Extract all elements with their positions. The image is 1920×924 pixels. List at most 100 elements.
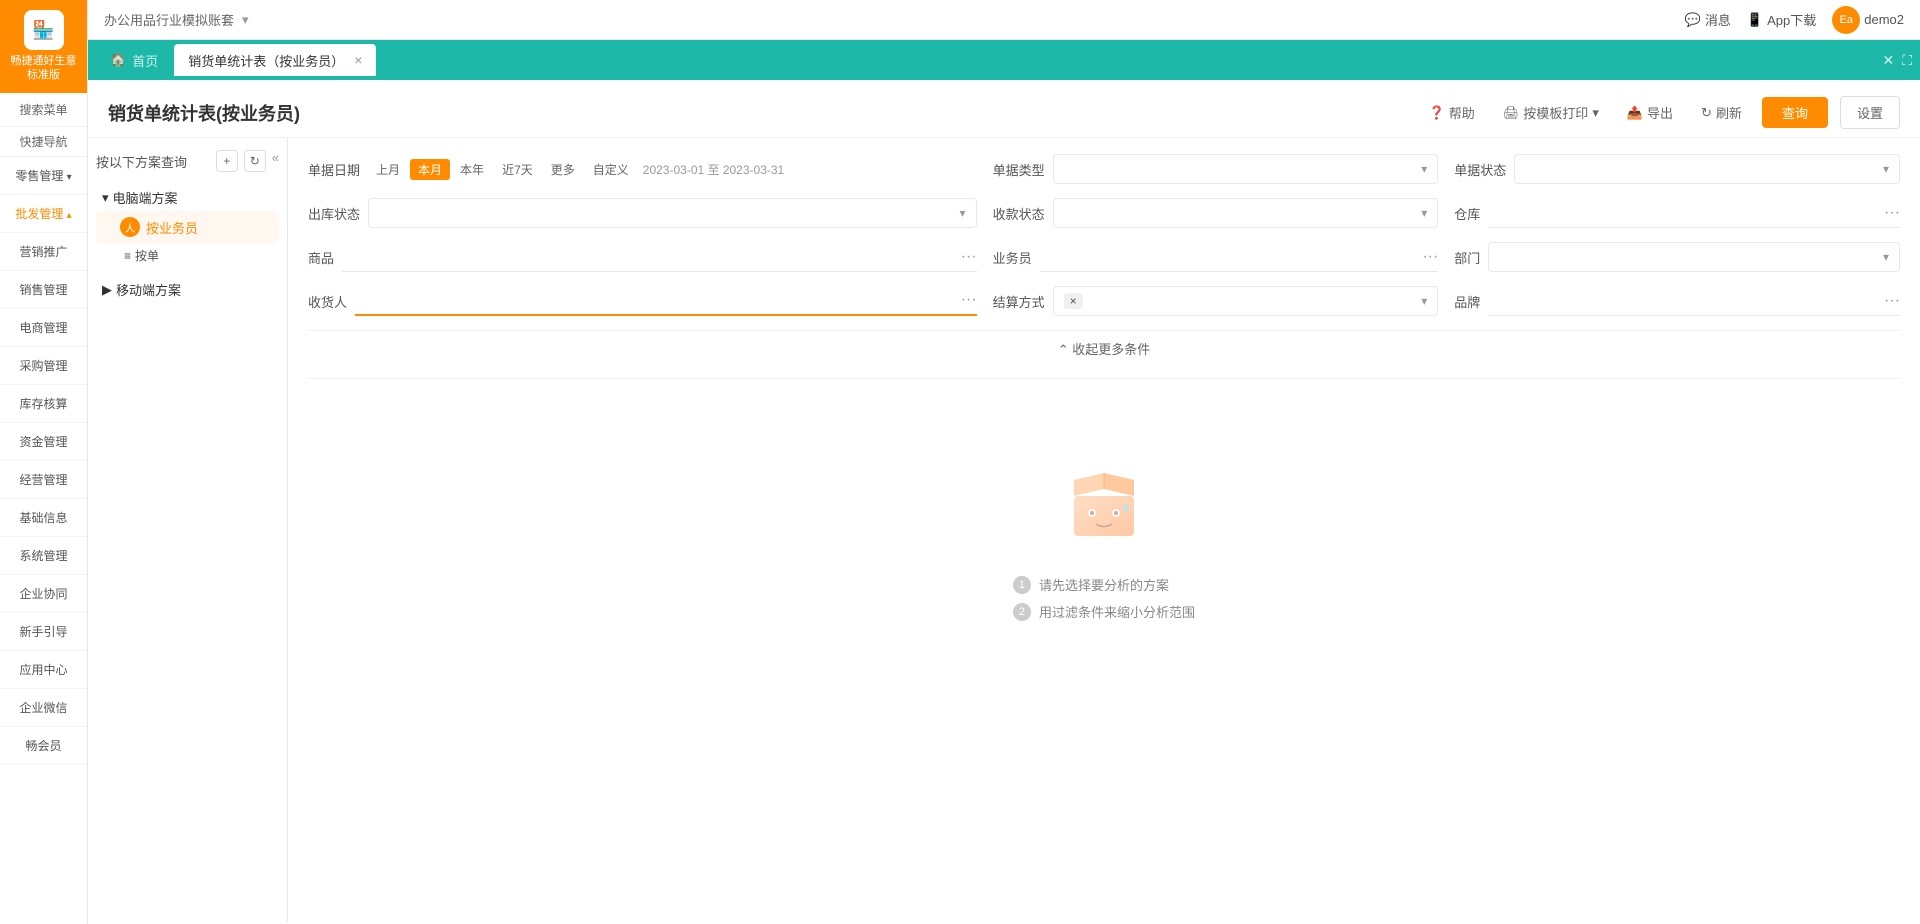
avatar-text: Ea <box>1840 14 1853 26</box>
out-status-control[interactable]: ▾ <box>368 198 977 228</box>
scheme-sub-label: 按单 <box>135 247 159 264</box>
close-window-icon[interactable]: ✕ <box>1882 52 1894 69</box>
messages-button[interactable]: 💬 消息 <box>1685 10 1731 29</box>
divider <box>308 378 1900 379</box>
sidebar-shortcut[interactable]: 快捷导航 <box>0 127 87 157</box>
app-download-button[interactable]: 📱 App下载 <box>1747 10 1816 29</box>
empty-step-2: 2 用过滤条件来缩小分析范围 <box>1013 598 1195 625</box>
collapse-more-button[interactable]: ⌃ 收起更多条件 <box>308 330 1900 366</box>
department-control[interactable]: ▾ <box>1488 242 1900 272</box>
settlement-chevron: ▾ <box>1421 294 1427 308</box>
order-status-control[interactable]: ▾ <box>1514 154 1900 184</box>
settings-button[interactable]: 设置 <box>1840 96 1900 129</box>
page-actions: ❓ 帮助 🖨 按模板打印 ▾ 📤 导出 ↻ 刷新 查询 设置 <box>1421 96 1900 129</box>
order-type-control[interactable]: ▾ <box>1053 154 1439 184</box>
filter-row-1: 单据日期 上月 本月 本年 近7天 更多 自定义 20 <box>308 154 1900 184</box>
scheme-sub-order[interactable]: ≡ 按单 <box>96 243 279 268</box>
goods-control[interactable]: ··· <box>342 242 977 272</box>
query-button[interactable]: 查询 <box>1762 97 1828 128</box>
out-status-label: 出库状态 <box>308 204 360 223</box>
main-area: 办公用品行业模拟账套 ▾ 💬 消息 📱 App下载 Ea demo2 🏠 首页 <box>88 0 1920 924</box>
empty-illustration <box>1054 451 1154 551</box>
mobile-scheme-label: 移动端方案 <box>116 280 181 299</box>
sidebar-item-ecommerce[interactable]: 电商管理 <box>0 309 87 347</box>
sidebar-item-appstore[interactable]: 应用中心 <box>0 651 87 689</box>
sidebar-item-wechat[interactable]: 企业微信 <box>0 689 87 727</box>
filter-row-3: 商品 ··· 业务员 ··· 部门 <box>308 242 1900 272</box>
sidebar-item-finance[interactable]: 资金管理 <box>0 423 87 461</box>
desktop-scheme-label: 电脑端方案 <box>113 188 178 207</box>
date-tab-this-year[interactable]: 本年 <box>452 159 492 180</box>
left-panel: 按以下方案查询 + ↻ « ▾ 电脑端方案 人 按业务员 <box>88 138 288 922</box>
filter-collection-status: 收款状态 ▾ <box>993 198 1439 228</box>
logo-text: 畅捷通好生意 <box>11 54 77 68</box>
scheme-item-salesperson[interactable]: 人 按业务员 <box>96 211 279 243</box>
step-1-num: 1 <box>1013 576 1031 594</box>
scheme-label-salesperson: 按业务员 <box>146 218 198 237</box>
sidebar-item-operation[interactable]: 经营管理 <box>0 461 87 499</box>
empty-icon <box>1054 451 1154 551</box>
user-profile[interactable]: Ea demo2 <box>1832 6 1904 34</box>
export-label: 导出 <box>1647 103 1673 122</box>
mobile-scheme-title[interactable]: ▶ 移动端方案 <box>96 276 279 303</box>
goods-dots: ··· <box>961 248 977 266</box>
salesperson-dots: ··· <box>1422 248 1438 266</box>
maximize-window-icon[interactable]: ⛶ <box>1902 52 1912 69</box>
collection-status-control[interactable]: ▾ <box>1053 198 1439 228</box>
date-label: 单据日期 <box>308 160 360 179</box>
help-icon: ❓ <box>1429 105 1445 121</box>
help-button[interactable]: ❓ 帮助 <box>1421 99 1483 126</box>
sidebar-search[interactable]: 搜索菜单 <box>0 93 87 127</box>
date-tab-more[interactable]: 更多 <box>543 159 583 180</box>
date-tab-custom[interactable]: 自定义 <box>585 159 637 180</box>
tab-home[interactable]: 🏠 首页 <box>96 44 172 76</box>
empty-state: 1 请先选择要分析的方案 2 用过滤条件来缩小分析范围 <box>308 391 1900 685</box>
refresh-scheme-button[interactable]: ↻ <box>244 150 266 172</box>
brand-control[interactable]: ··· <box>1488 286 1900 316</box>
help-label: 帮助 <box>1449 103 1475 122</box>
date-tab-7days[interactable]: 近7天 <box>494 159 541 180</box>
sidebar-item-retail[interactable]: 零售管理 ▾ <box>0 157 87 195</box>
filter-department: 部门 ▾ <box>1454 242 1900 272</box>
warehouse-control[interactable]: ··· <box>1488 198 1900 228</box>
content-area: 销货单统计表(按业务员) ❓ 帮助 🖨 按模板打印 ▾ 📤 导出 ↻ 刷新 <box>88 80 1920 924</box>
sidebar-item-wholesale[interactable]: 批发管理 ▴ <box>0 195 87 233</box>
sidebar-item-member[interactable]: 畅会员 <box>0 727 87 765</box>
sidebar-logo[interactable]: 🏪 畅捷通好生意 标准版 <box>0 0 87 93</box>
filter-date: 单据日期 上月 本月 本年 近7天 更多 自定义 20 <box>308 159 977 180</box>
sidebar-item-sales[interactable]: 销售管理 <box>0 271 87 309</box>
filter-warehouse: 仓库 ··· <box>1454 198 1900 228</box>
sidebar-item-system[interactable]: 系统管理 <box>0 537 87 575</box>
sidebar-item-basic[interactable]: 基础信息 <box>0 499 87 537</box>
sidebar-item-inventory[interactable]: 库存核算 <box>0 385 87 423</box>
collapse-arrow: ⌃ <box>1058 342 1069 357</box>
filter-settlement: 结算方式 × ▾ <box>993 286 1439 316</box>
receiver-label: 收货人 <box>308 292 347 311</box>
print-icon: 🖨 <box>1503 105 1520 121</box>
tab-close-icon[interactable]: × <box>354 52 362 68</box>
filter-order-status: 单据状态 ▾ <box>1454 154 1900 184</box>
messages-label: 消息 <box>1705 10 1731 29</box>
desktop-scheme-arrow: ▾ <box>102 190 109 206</box>
scheme-icon-salesperson: 人 <box>120 217 140 237</box>
settlement-tag[interactable]: × <box>1064 293 1083 309</box>
tab-sales-stat[interactable]: 销货单统计表（按业务员） × <box>174 44 376 76</box>
add-scheme-button[interactable]: + <box>216 150 238 172</box>
refresh-button[interactable]: ↻ 刷新 <box>1693 99 1750 126</box>
receiver-control[interactable]: ··· <box>355 286 977 316</box>
department-chevron: ▾ <box>1883 250 1889 264</box>
print-button[interactable]: 🖨 按模板打印 ▾ <box>1495 99 1607 126</box>
date-tab-last-month[interactable]: 上月 <box>368 159 408 180</box>
export-button[interactable]: 📤 导出 <box>1619 99 1681 126</box>
date-tab-this-month[interactable]: 本月 <box>410 159 450 180</box>
sidebar-item-newbie[interactable]: 新手引导 <box>0 613 87 651</box>
collapse-panel-button[interactable]: « <box>272 150 279 172</box>
desktop-scheme-title[interactable]: ▾ 电脑端方案 <box>96 184 279 211</box>
sidebar-item-purchase[interactable]: 采购管理 <box>0 347 87 385</box>
sidebar-item-marketing[interactable]: 营销推广 <box>0 233 87 271</box>
salesperson-label: 业务员 <box>993 248 1032 267</box>
sidebar-item-enterprise[interactable]: 企业协同 <box>0 575 87 613</box>
salesperson-control[interactable]: ··· <box>1040 242 1439 272</box>
settlement-control[interactable]: × ▾ <box>1053 286 1439 316</box>
breadcrumb-dropdown-icon[interactable]: ▾ <box>242 12 249 28</box>
